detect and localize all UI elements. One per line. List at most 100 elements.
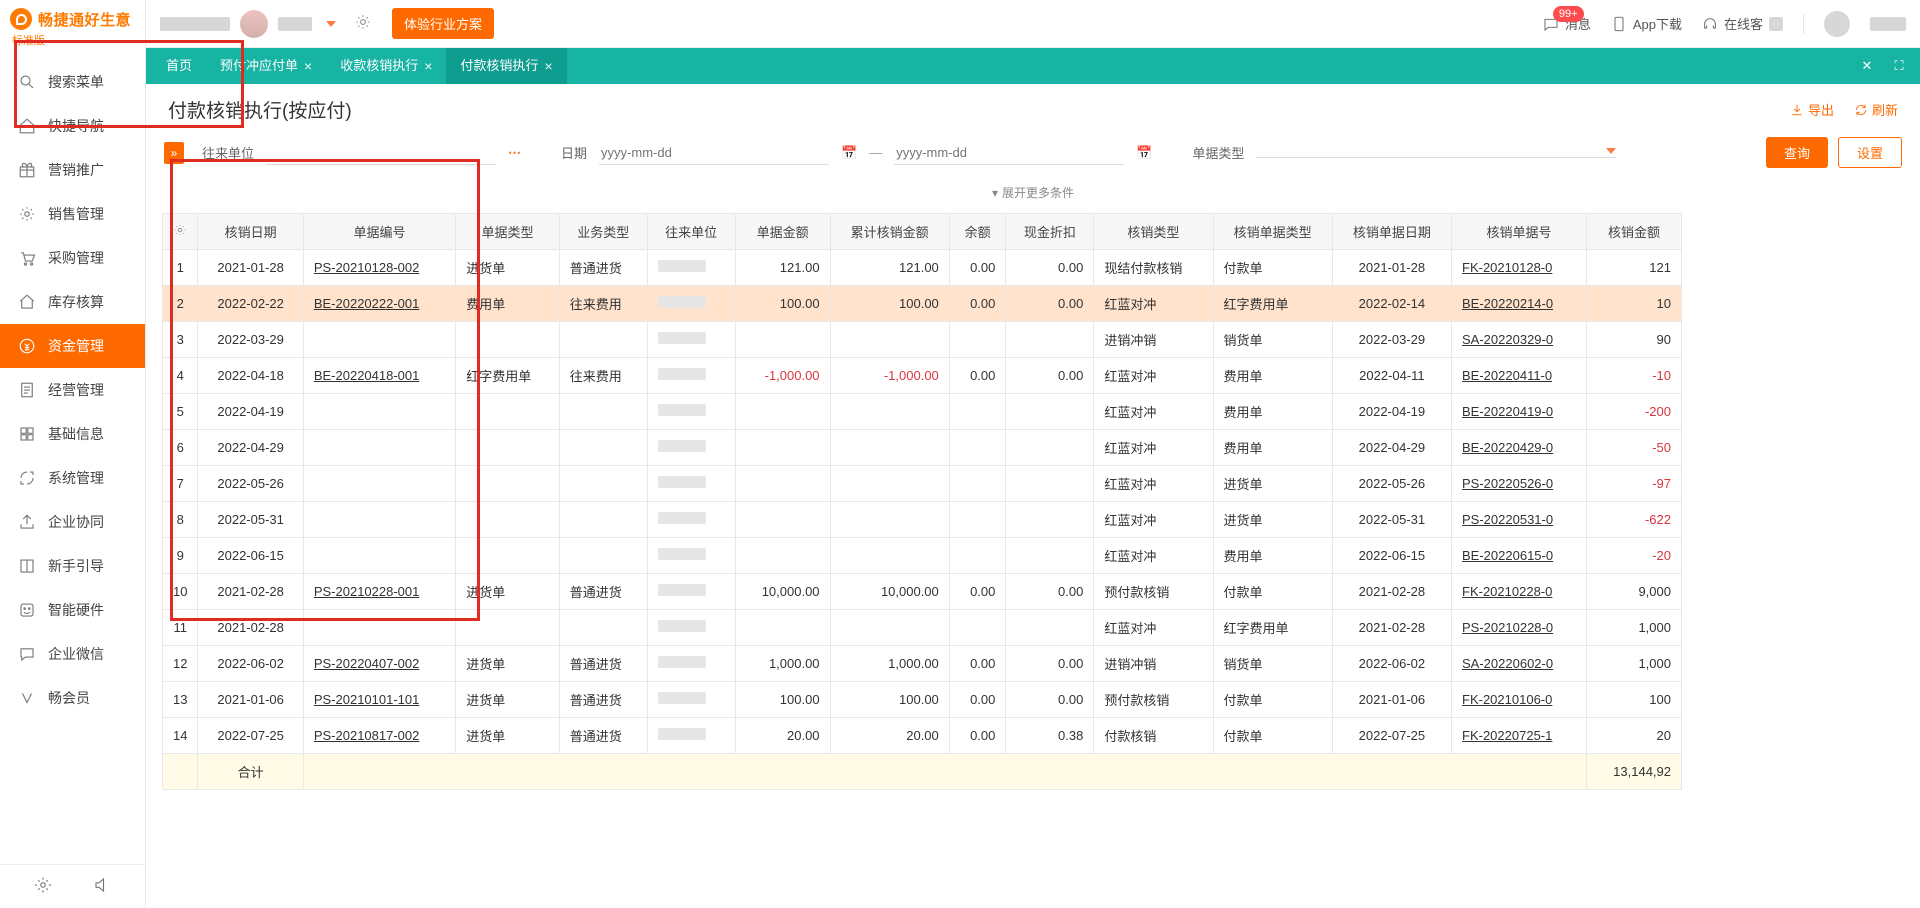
table-row[interactable]: 142022-07-25PS-20210817-002进货单普通进货20.002… [163,718,1682,754]
table-cell[interactable]: PS-20210101-101 [303,682,455,718]
table-cell[interactable]: BE-20220222-001 [303,286,455,322]
table-cell[interactable]: PS-20210228-001 [303,574,455,610]
export-button[interactable]: 导出 [1790,100,1834,119]
tab-close-icon[interactable]: × [544,48,552,84]
table-settings-header[interactable] [163,214,198,250]
sidebar-item-3[interactable]: 销售管理 [0,192,145,236]
table-cell[interactable]: PS-20220531-0 [1452,502,1587,538]
tab-2[interactable]: 收款核销执行× [326,48,446,84]
close-all-tabs-icon[interactable]: ✕ [1856,55,1878,77]
avatar[interactable] [240,10,268,38]
table-cell[interactable]: FK-20210106-0 [1452,682,1587,718]
speaker-icon[interactable] [93,876,111,897]
sidebar-item-4[interactable]: 采购管理 [0,236,145,280]
sidebar-item-9[interactable]: 系统管理 [0,456,145,500]
table-row[interactable]: 132021-01-06PS-20210101-101进货单普通进货100.00… [163,682,1682,718]
sidebar-item-5[interactable]: 库存核算 [0,280,145,324]
col-header-10[interactable]: 核销单据类型 [1213,214,1332,250]
partner-lookup-icon[interactable]: ⋯ [508,145,521,161]
table-row[interactable]: 32022-03-29进销冲销销货单2022-03-29SA-20220329-… [163,322,1682,358]
online-service-button[interactable]: 在线客 [1702,14,1783,33]
table-cell[interactable]: BE-20220429-0 [1452,430,1587,466]
messages-button[interactable]: 99+ 消息 [1543,14,1591,33]
table-row[interactable]: 72022-05-26红蓝对冲进货单2022-05-26PS-20220526-… [163,466,1682,502]
table-row[interactable]: 12021-01-28PS-20210128-002进货单普通进货121.001… [163,250,1682,286]
col-header-5[interactable]: 单据金额 [735,214,830,250]
sidebar-item-14[interactable]: 畅会员 [0,676,145,720]
date-to-input[interactable] [894,141,1124,165]
sidebar-item-6[interactable]: 资金管理 [0,324,145,368]
sidebar-item-12[interactable]: 智能硬件 [0,588,145,632]
col-header-13[interactable]: 核销金额 [1586,214,1681,250]
sidebar-item-8[interactable]: 基础信息 [0,412,145,456]
settings-icon[interactable] [354,13,372,34]
col-header-3[interactable]: 业务类型 [559,214,647,250]
table-cell[interactable]: BE-20220214-0 [1452,286,1587,322]
partner-input[interactable] [266,141,496,165]
date-from-input[interactable] [599,141,829,165]
table-cell[interactable]: FK-20220725-1 [1452,718,1587,754]
query-button[interactable]: 查询 [1766,137,1828,168]
sidebar-item-1[interactable]: 快捷导航 [0,104,145,148]
tab-close-icon[interactable]: × [424,48,432,84]
table-row[interactable]: 82022-05-31红蓝对冲进货单2022-05-31PS-20220531-… [163,502,1682,538]
col-header-8[interactable]: 现金折扣 [1006,214,1094,250]
table-cell[interactable]: BE-20220419-0 [1452,394,1587,430]
user-avatar-small[interactable] [1824,11,1850,37]
app-download-button[interactable]: App下载 [1611,14,1682,33]
data-table-wrap[interactable]: 核销日期单据编号单据类型业务类型往来单位单据金额累计核销金额余额现金折扣核销类型… [162,213,1904,790]
col-header-7[interactable]: 余额 [949,214,1006,250]
col-header-6[interactable]: 累计核销金额 [830,214,949,250]
expand-filters-icon[interactable]: » [164,142,184,164]
chevron-down-icon[interactable] [326,21,336,27]
table-row[interactable]: 42022-04-18BE-20220418-001红字费用单往来费用-1,00… [163,358,1682,394]
col-header-2[interactable]: 单据类型 [456,214,560,250]
col-header-9[interactable]: 核销类型 [1094,214,1213,250]
col-header-11[interactable]: 核销单据日期 [1332,214,1451,250]
table-cell[interactable]: PS-20220526-0 [1452,466,1587,502]
table-cell[interactable]: FK-20210228-0 [1452,574,1587,610]
table-row[interactable]: 52022-04-19红蓝对冲费用单2022-04-19BE-20220419-… [163,394,1682,430]
gear-icon[interactable] [34,876,52,897]
table-cell[interactable]: PS-20220407-002 [303,646,455,682]
sidebar-item-11[interactable]: 新手引导 [0,544,145,588]
sidebar-item-7[interactable]: 经营管理 [0,368,145,412]
table-cell[interactable]: SA-20220329-0 [1452,322,1587,358]
refresh-button[interactable]: 刷新 [1854,100,1898,119]
sidebar-item-2[interactable]: 营销推广 [0,148,145,192]
industry-plan-button[interactable]: 体验行业方案 [392,8,494,39]
doc-type-select[interactable] [1256,148,1616,158]
sidebar-item-13[interactable]: 企业微信 [0,632,145,676]
table-cell[interactable]: BE-20220615-0 [1452,538,1587,574]
expand-more-conditions[interactable]: ▾展开更多条件 [146,180,1920,213]
col-header-12[interactable]: 核销单据号 [1452,214,1587,250]
sidebar-item-10[interactable]: 企业协同 [0,500,145,544]
calendar-to-icon[interactable]: 📅 [1136,145,1152,161]
table-row[interactable]: 112021-02-28红蓝对冲红字费用单2021-02-28PS-202102… [163,610,1682,646]
tab-3[interactable]: 付款核销执行× [446,48,566,84]
table-row[interactable]: 22022-02-22BE-20220222-001费用单往来费用100.001… [163,286,1682,322]
table-cell[interactable]: SA-20220602-0 [1452,646,1587,682]
col-header-0[interactable]: 核销日期 [198,214,303,250]
table-row[interactable]: 62022-04-29红蓝对冲费用单2022-04-29BE-20220429-… [163,430,1682,466]
col-header-1[interactable]: 单据编号 [303,214,455,250]
tab-0[interactable]: 首页 [152,48,206,84]
table-cell[interactable]: PS-20210817-002 [303,718,455,754]
sidebar-item-0[interactable]: 搜索菜单 [0,60,145,104]
settings-button[interactable]: 设置 [1838,137,1902,168]
table-cell[interactable]: PS-20210128-002 [303,250,455,286]
table-row[interactable]: 92022-06-15红蓝对冲费用单2022-06-15BE-20220615-… [163,538,1682,574]
table-cell[interactable]: BE-20220411-0 [1452,358,1587,394]
table-cell: 9,000 [1586,574,1681,610]
table-row[interactable]: 122022-06-02PS-20220407-002进货单普通进货1,000.… [163,646,1682,682]
table-cell[interactable]: FK-20210128-0 [1452,250,1587,286]
table-cell[interactable]: BE-20220418-001 [303,358,455,394]
tab-1[interactable]: 预付冲应付单× [206,48,326,84]
table-row[interactable]: 102021-02-28PS-20210228-001进货单普通进货10,000… [163,574,1682,610]
expand-icon[interactable]: ⛶ [1888,55,1910,77]
calendar-from-icon[interactable]: 📅 [841,145,857,161]
table-cell[interactable]: PS-20210228-0 [1452,610,1587,646]
col-header-4[interactable]: 往来单位 [647,214,735,250]
table-cell: 往来费用 [559,286,647,322]
tab-close-icon[interactable]: × [304,48,312,84]
